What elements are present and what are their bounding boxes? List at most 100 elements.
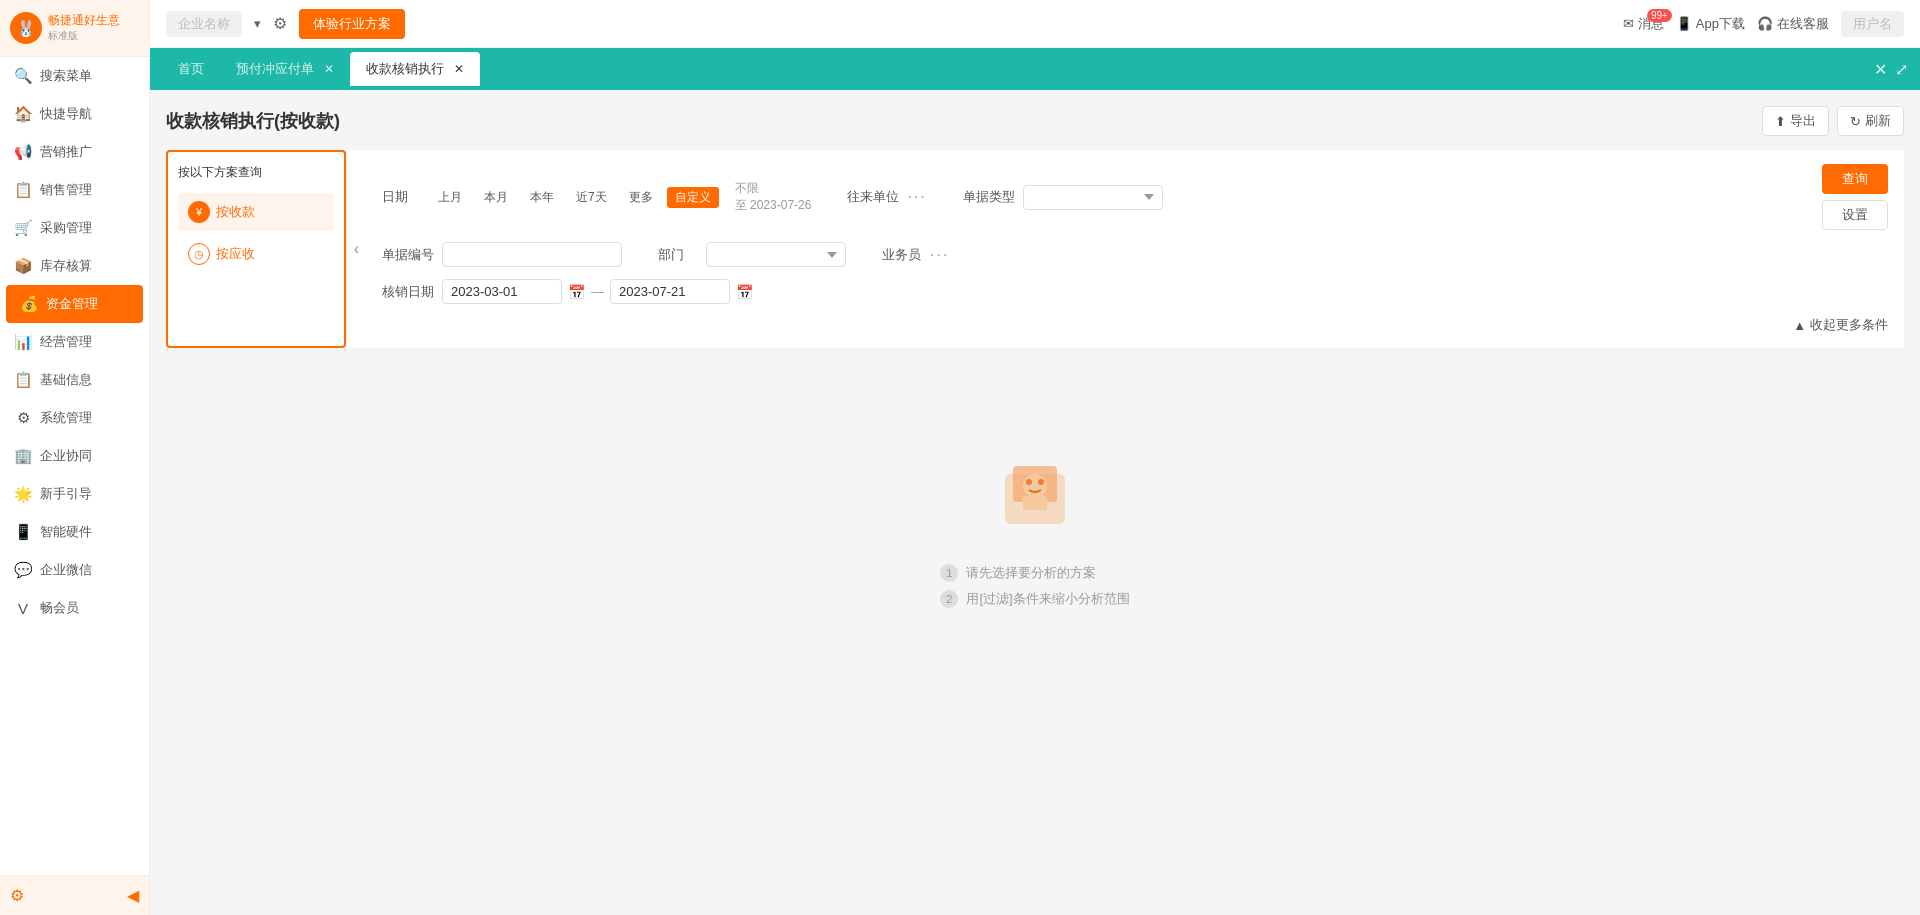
- tab-prepay-close[interactable]: ✕: [324, 62, 334, 76]
- verify-date-start-input[interactable]: [442, 279, 562, 304]
- sidebar-item-member[interactable]: V畅会员: [0, 589, 149, 627]
- salesperson-field: 业务员 ···: [882, 246, 949, 264]
- logo-area: 🐰 畅捷通好生意 标准版: [0, 0, 149, 57]
- counterparty-dots[interactable]: ···: [907, 188, 926, 206]
- purchase-icon: 🛒: [14, 219, 32, 237]
- sidebar-label-finance: 资金管理: [46, 295, 98, 313]
- solution-button[interactable]: 体验行业方案: [299, 9, 405, 39]
- dept-field: 部门: [658, 242, 846, 267]
- collapse-more-btn[interactable]: ▲ 收起更多条件: [382, 316, 1888, 334]
- collapse-icon: ▲: [1793, 318, 1806, 333]
- page-content: 收款核销执行(按收款) ⬆ 导出 ↻ 刷新 按以下方案查询 ¥ 按收款: [150, 90, 1920, 915]
- page-header: 收款核销执行(按收款) ⬆ 导出 ↻ 刷新: [166, 106, 1904, 136]
- bill-type-select[interactable]: [1023, 185, 1163, 210]
- app-download-label: App下载: [1696, 15, 1745, 33]
- verify-date-end-input[interactable]: [610, 279, 730, 304]
- salesperson-label: 业务员: [882, 246, 922, 264]
- verify-date-start-cal-icon[interactable]: 📅: [568, 284, 585, 300]
- refresh-button[interactable]: ↻ 刷新: [1837, 106, 1904, 136]
- sidebar-footer: ⚙ ◀: [0, 875, 149, 915]
- message-button[interactable]: ✉ 消息 99+: [1623, 15, 1664, 33]
- sidebar-label-system: 系统管理: [40, 409, 92, 427]
- expand-icon[interactable]: ⤢: [1895, 60, 1908, 79]
- date-btn-custom[interactable]: 自定义: [667, 187, 719, 208]
- sidebar-item-marketing[interactable]: 📢 营销推广: [0, 133, 149, 171]
- tab-prepay[interactable]: 预付冲应付单 ✕: [220, 52, 350, 86]
- sidebar-label-purchase: 采购管理: [40, 219, 92, 237]
- sidebar-item-search[interactable]: 🔍搜索菜单: [0, 57, 149, 95]
- guide-icon: 🌟: [14, 485, 32, 503]
- filter-option-receivable[interactable]: ◷ 按应收: [178, 235, 334, 273]
- date-btn-this-month[interactable]: 本月: [476, 187, 516, 208]
- tab-collect[interactable]: 收款核销执行 ✕: [350, 52, 480, 86]
- sidebar-item-sales[interactable]: 📋销售管理: [0, 171, 149, 209]
- bill-no-input[interactable]: [442, 242, 622, 267]
- sidebar-item-system[interactable]: ⚙系统管理: [0, 399, 149, 437]
- page-actions: ⬆ 导出 ↻ 刷新: [1762, 106, 1904, 136]
- date-separator: —: [591, 284, 604, 299]
- verify-date-field: 核销日期 📅 — 📅: [382, 279, 753, 304]
- export-button[interactable]: ⬆ 导出: [1762, 106, 1829, 136]
- filter-option-receipt[interactable]: ¥ 按收款: [178, 193, 334, 231]
- tabbar-controls: ✕ ⤢: [1874, 60, 1908, 79]
- filter-sidebar-collapse[interactable]: ‹: [346, 150, 366, 348]
- bill-no-field: 单据编号: [382, 242, 622, 267]
- date-btn-7days[interactable]: 近7天: [568, 187, 615, 208]
- sidebar-item-finance[interactable]: 💰资金管理: [6, 285, 143, 323]
- sidebar-item-quicknav[interactable]: 🏠快捷导航: [0, 95, 149, 133]
- verify-date-range: 📅 — 📅: [442, 279, 753, 304]
- bill-no-label: 单据编号: [382, 246, 434, 264]
- operations-icon: 📊: [14, 333, 32, 351]
- sidebar-item-guide[interactable]: 🌟新手引导: [0, 475, 149, 513]
- sidebar-item-operations[interactable]: 📊经营管理: [0, 323, 149, 361]
- date-unlimited-text: 不限至 2023-07-26: [735, 180, 812, 214]
- wecom-icon: 💬: [14, 561, 32, 579]
- filter-sidebar: 按以下方案查询 ¥ 按收款 ◷ 按应收: [166, 150, 346, 348]
- online-service-button[interactable]: 🎧 在线客服: [1757, 15, 1829, 33]
- filter-receipt-icon: ¥: [188, 201, 210, 223]
- sidebar-label-marketing: 营销推广: [40, 143, 92, 161]
- export-icon: ⬆: [1775, 114, 1786, 129]
- settings-button[interactable]: 设置: [1822, 200, 1888, 230]
- sidebar-item-inventory[interactable]: 📦库存核算: [0, 247, 149, 285]
- settings-icon[interactable]: ⚙: [10, 886, 24, 905]
- app-download-button[interactable]: 📱 App下载: [1676, 15, 1745, 33]
- sidebar-item-collab[interactable]: 🏢企业协同: [0, 437, 149, 475]
- dropdown-icon[interactable]: ▾: [254, 16, 261, 31]
- sidebar-item-basicinfo[interactable]: 📋基础信息: [0, 361, 149, 399]
- sales-icon: 📋: [14, 181, 32, 199]
- verify-date-end-cal-icon[interactable]: 📅: [736, 284, 753, 300]
- service-icon: 🎧: [1757, 16, 1773, 31]
- svg-rect-3: [1023, 496, 1047, 510]
- marketing-icon: 📢: [14, 143, 32, 161]
- inventory-icon: 📦: [14, 257, 32, 275]
- tab-collect-close[interactable]: ✕: [454, 62, 464, 76]
- online-service-label: 在线客服: [1777, 15, 1829, 33]
- tab-home-label: 首页: [178, 60, 204, 78]
- filter-row-1: 日期 上月 本月 本年 近7天 更多 自定义 不限至 2023-07-26: [382, 164, 1888, 230]
- date-btn-more[interactable]: 更多: [621, 187, 661, 208]
- refresh-label: 刷新: [1865, 112, 1891, 130]
- salesperson-dots[interactable]: ···: [930, 246, 949, 264]
- gear-icon[interactable]: ⚙: [273, 14, 287, 33]
- filter-receivable-label: 按应收: [216, 245, 255, 263]
- date-btn-last-month[interactable]: 上月: [430, 187, 470, 208]
- query-button[interactable]: 查询: [1822, 164, 1888, 194]
- tab-home[interactable]: 首页: [162, 52, 220, 86]
- quicknav-icon: 🏠: [14, 105, 32, 123]
- collapse-more-label: 收起更多条件: [1810, 316, 1888, 334]
- sidebar-item-hardware[interactable]: 📱智能硬件: [0, 513, 149, 551]
- collapse-sidebar-icon[interactable]: ◀: [127, 886, 139, 905]
- bill-type-label: 单据类型: [963, 188, 1015, 206]
- empty-tip-1-text: 请先选择要分析的方案: [966, 564, 1096, 582]
- search-icon: 🔍: [14, 67, 32, 85]
- svg-point-5: [1038, 479, 1044, 485]
- date-btn-this-year[interactable]: 本年: [522, 187, 562, 208]
- dept-select[interactable]: [706, 242, 846, 267]
- date-label: 日期: [382, 188, 422, 206]
- close-tab-icon[interactable]: ✕: [1874, 60, 1887, 79]
- sidebar-item-purchase[interactable]: 🛒 采购管理: [0, 209, 149, 247]
- collab-icon: 🏢: [14, 447, 32, 465]
- sidebar-item-wecom[interactable]: 💬企业微信: [0, 551, 149, 589]
- message-badge: 99+: [1647, 9, 1672, 22]
